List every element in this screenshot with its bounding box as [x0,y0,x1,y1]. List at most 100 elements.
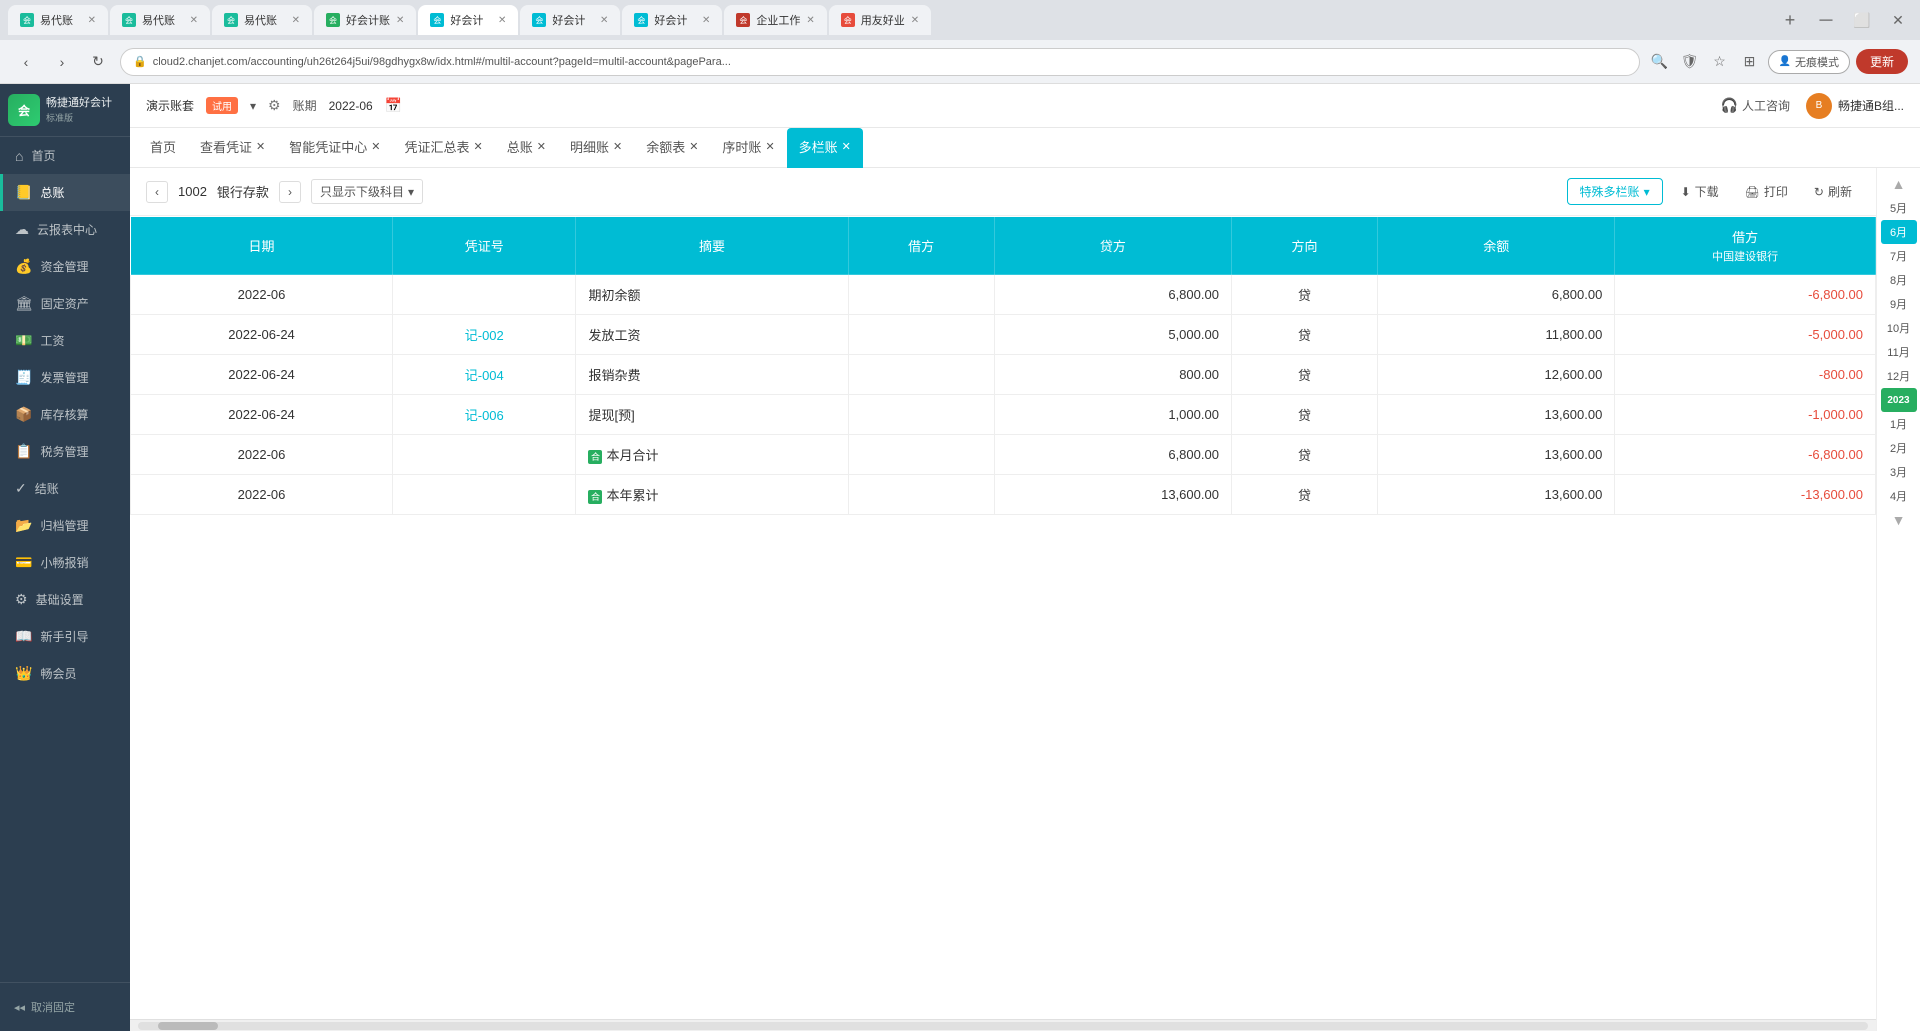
print-button[interactable]: 🖨 打印 [1737,179,1796,204]
sidebar-toggle-icon[interactable]: ⊞ [1738,50,1762,74]
prev-account-button[interactable]: ‹ [146,181,168,203]
sidebar-item-member[interactable]: 👑畅会员 [0,655,130,692]
settings-icon[interactable]: ⚙ [268,97,281,114]
status-dropdown[interactable]: ▾ [250,99,256,113]
month-item-2023-1月[interactable]: 1月 [1881,412,1917,436]
page-tab-3[interactable]: 凭证汇总表✕ [392,128,494,168]
sidebar-item-guide[interactable]: 📖新手引导 [0,618,130,655]
month-item-8月[interactable]: 8月 [1881,268,1917,292]
filter-dropdown[interactable]: 只显示下级科目 ▾ [311,179,423,204]
browser-tab-4[interactable]: 会好会计账✕ [314,5,416,35]
browser-tab-9[interactable]: 会用友好业✕ [829,5,931,35]
month-item-9月[interactable]: 9月 [1881,292,1917,316]
minimize-btn[interactable]: － [1812,6,1840,34]
cell-voucher[interactable]: 记-004 [393,355,576,395]
table-row: 2022-06-24 记-006 提现[预] 1,000.00 贷 13,600… [131,395,1876,435]
browser-tab-6[interactable]: 会好会计✕ [520,5,620,35]
page-tab-5[interactable]: 明细账✕ [558,128,634,168]
page-tab-close-8[interactable]: ✕ [842,140,851,153]
table-row: 2022-06 合本月合计 6,800.00 贷 13,600.00 -6,80… [131,435,1876,475]
page-tab-close-7[interactable]: ✕ [765,140,774,153]
page-tab-close-6[interactable]: ✕ [689,140,698,153]
status-badge[interactable]: 试用 [206,97,238,114]
browser-tab-5[interactable]: 会好会计✕ [418,5,518,35]
unpin-button[interactable]: ◂◂ 取消固定 [10,993,120,1021]
refresh-button[interactable]: ↻ 刷新 [1806,179,1860,204]
month-item-2023-3月[interactable]: 3月 [1881,460,1917,484]
sidebar: 会 畅捷通好会计 标准版 ⌂首页📒总账☁云报表中心💰资金管理🏛固定资产💵工资🧾发… [0,84,130,1031]
back-button[interactable]: ‹ [12,48,40,76]
browser-tab-2[interactable]: 会易代账✕ [110,5,210,35]
sidebar-item-archive[interactable]: 📂归档管理 [0,507,130,544]
sidebar-item-tax[interactable]: 📋税务管理 [0,433,130,470]
right-actions: 🎧 人工咨询 B 畅捷通B组... [1721,93,1904,119]
close-btn[interactable]: ✕ [1884,6,1912,34]
special-account-button[interactable]: 特殊多栏账 ▾ [1567,178,1663,205]
search-icon[interactable]: 🔍 [1648,50,1672,74]
account-code: 1002 [178,184,207,199]
scroll-thumb[interactable] [158,1022,218,1030]
page-tab-close-1[interactable]: ✕ [256,140,265,153]
download-button[interactable]: ⬇ 下载 [1673,179,1727,204]
calendar-icon[interactable]: 📅 [385,97,402,114]
browser-tab-3[interactable]: 会易代账✕ [212,5,312,35]
sidebar-item-settings[interactable]: ⚙基础设置 [0,581,130,618]
page-tab-7[interactable]: 序时账✕ [710,128,786,168]
update-button[interactable]: 更新 [1856,49,1908,74]
month-item-11月[interactable]: 11月 [1881,340,1917,364]
url-bar[interactable]: 🔒 cloud2.chanjet.com/accounting/uh26t264… [120,48,1640,76]
nav-label-home: 首页 [31,147,55,164]
cell-voucher[interactable]: 记-002 [393,315,576,355]
page-tab-8[interactable]: 多栏账✕ [787,128,863,168]
browser-tab-7[interactable]: 会好会计✕ [622,5,722,35]
cell-balance: 13,600.00 [1378,435,1615,475]
page-tab-close-2[interactable]: ✕ [371,140,380,153]
month-item-12月[interactable]: 12月 [1881,364,1917,388]
month-item-6月[interactable]: 6月 [1881,220,1917,244]
help-button[interactable]: 🎧 人工咨询 [1721,97,1790,114]
page-tab-close-3[interactable]: ✕ [474,140,483,153]
page-tab-4[interactable]: 总账✕ [495,128,558,168]
cell-summary: 合本年累计 [576,475,848,515]
scroll-up-button[interactable]: ▲ [1883,172,1915,196]
star-icon[interactable]: ☆ [1708,50,1732,74]
page-tab-6[interactable]: 余额表✕ [634,128,710,168]
page-tab-close-4[interactable]: ✕ [537,140,546,153]
month-item-10月[interactable]: 10月 [1881,316,1917,340]
nav-icon-home: ⌂ [15,148,23,164]
sidebar-item-expense[interactable]: 💳小畅报销 [0,544,130,581]
scroll-down-button[interactable]: ▼ [1883,508,1915,532]
sidebar-item-funds[interactable]: 💰资金管理 [0,248,130,285]
browser-tab-1[interactable]: 会易代账✕ [8,5,108,35]
sidebar-item-inventory[interactable]: 📦库存核算 [0,396,130,433]
cell-voucher[interactable]: 记-006 [393,395,576,435]
year-badge-2023[interactable]: 2023 [1881,388,1917,412]
sidebar-item-assets[interactable]: 🏛固定资产 [0,285,130,322]
cell-debit [848,395,994,435]
month-item-5月[interactable]: 5月 [1881,196,1917,220]
sidebar-item-ledger[interactable]: 📒总账 [0,174,130,211]
nav-icon-member: 👑 [15,665,32,682]
user-info[interactable]: B 畅捷通B组... [1806,93,1904,119]
reload-button[interactable]: ↻ [84,48,112,76]
new-tab-button[interactable]: + [1778,8,1802,32]
next-account-button[interactable]: › [279,181,301,203]
sidebar-item-home[interactable]: ⌂ 首页 [0,137,130,174]
sidebar-item-reports[interactable]: ☁云报表中心 [0,211,130,248]
bottom-scrollbar[interactable] [130,1019,1876,1031]
maximize-btn[interactable]: ⬜ [1848,6,1876,34]
page-tab-0[interactable]: 首页 [138,128,188,168]
page-tab-close-5[interactable]: ✕ [613,140,622,153]
sidebar-item-close[interactable]: ✓结账 [0,470,130,507]
browser-tab-8[interactable]: 会企业工作✕ [724,5,826,35]
page-tab-1[interactable]: 查看凭证✕ [188,128,277,168]
page-tab-2[interactable]: 智能凭证中心✕ [277,128,392,168]
sidebar-item-salary[interactable]: 💵工资 [0,322,130,359]
month-item-2023-4月[interactable]: 4月 [1881,484,1917,508]
shield-icon[interactable]: 🛡 [1678,50,1702,74]
forward-button[interactable]: › [48,48,76,76]
month-item-7月[interactable]: 7月 [1881,244,1917,268]
month-item-2023-2月[interactable]: 2月 [1881,436,1917,460]
sidebar-item-invoice[interactable]: 🧾发票管理 [0,359,130,396]
no-trace-button[interactable]: 👤 无痕模式 [1768,50,1850,74]
